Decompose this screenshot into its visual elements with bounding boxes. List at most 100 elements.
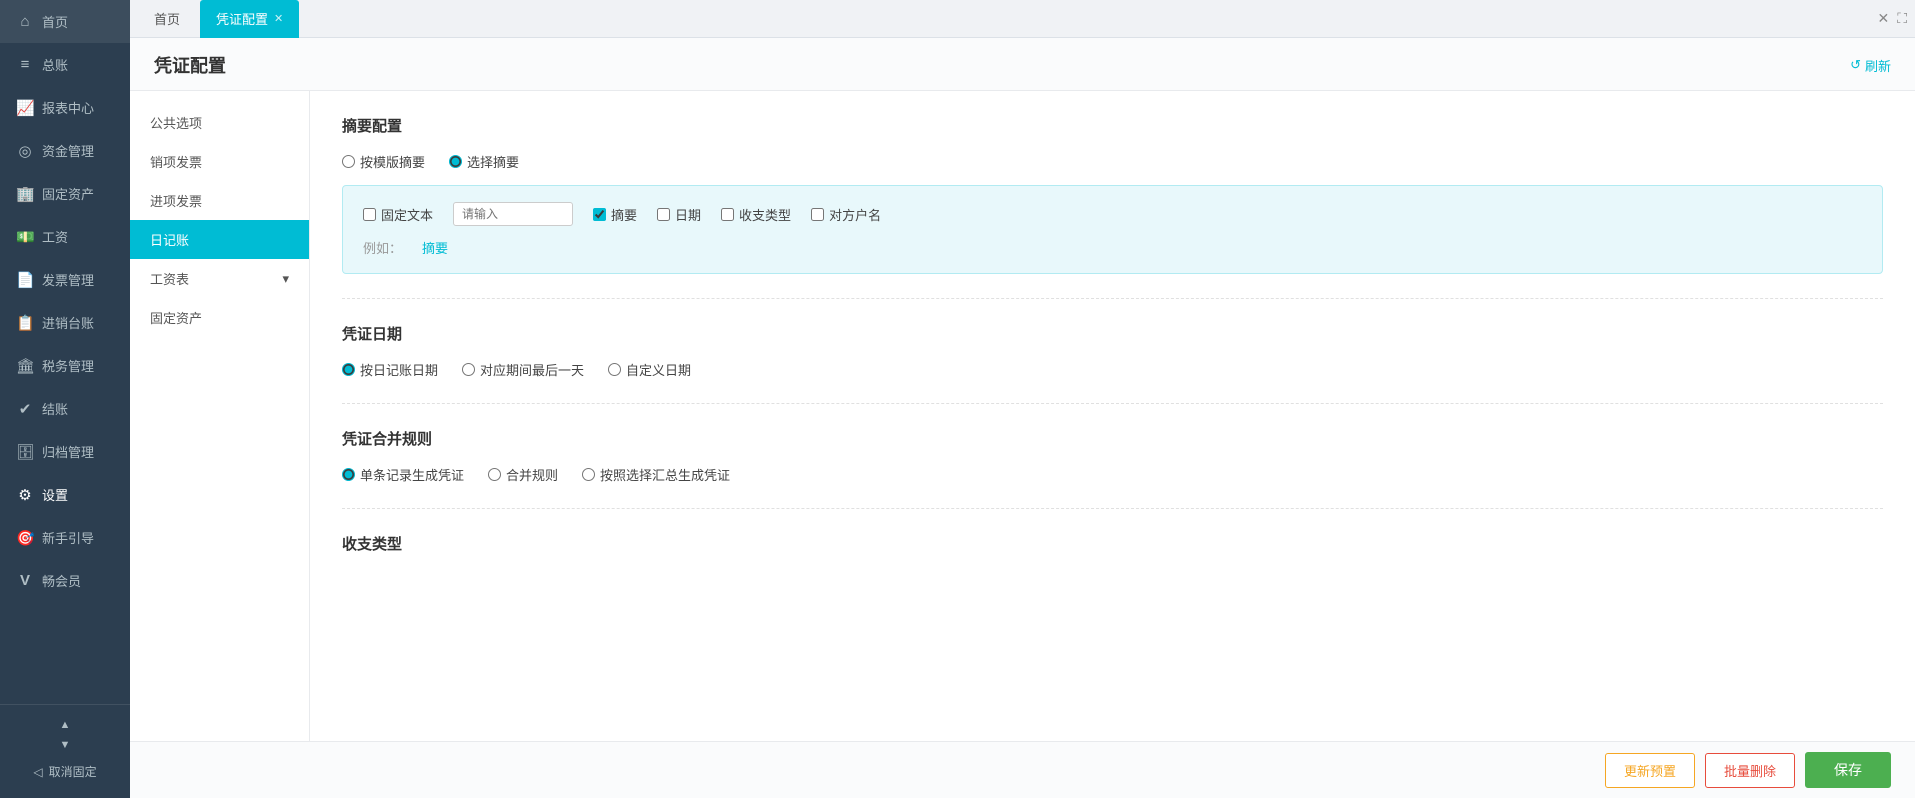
sidebar-item-home[interactable]: ⌂ 首页 bbox=[0, 0, 130, 43]
checkbox-counterpart-input[interactable] bbox=[811, 208, 824, 221]
page-title: 凭证配置 bbox=[154, 52, 226, 78]
tab-close-icon[interactable]: ✕ bbox=[274, 12, 283, 25]
merge-radio-summary[interactable]: 按照选择汇总生成凭证 bbox=[582, 465, 730, 484]
reports-icon: 📈 bbox=[16, 99, 34, 117]
summary-radio-select[interactable]: 选择摘要 bbox=[449, 152, 519, 171]
salary-icon: 💵 bbox=[16, 228, 34, 246]
save-button[interactable]: 保存 bbox=[1805, 752, 1891, 788]
refresh-button[interactable]: ↺ 刷新 bbox=[1850, 56, 1891, 75]
left-nav: 公共选项 销项发票 进项发票 日记账 工资表 ▾ 固定资产 bbox=[130, 91, 310, 741]
checkbox-date-input[interactable] bbox=[657, 208, 670, 221]
summary-checkbox-row: 固定文本 摘要 日期 bbox=[363, 202, 1862, 226]
right-content: 摘要配置 按模版摘要 选择摘要 bbox=[310, 91, 1915, 741]
sidebar-fix-toggle[interactable]: ◁ 取消固定 bbox=[0, 755, 130, 788]
body-layout: 公共选项 销项发票 进项发票 日记账 工资表 ▾ 固定资产 bbox=[130, 91, 1915, 741]
tab-bar: 首页 凭证配置 ✕ ✕ ⛶ bbox=[130, 0, 1915, 38]
date-radio-last-day[interactable]: 对应期间最后一天 bbox=[462, 360, 584, 379]
ledger-icon: ≡ bbox=[16, 56, 34, 73]
close-account-icon: ✔ bbox=[16, 400, 34, 418]
checkbox-fixed-text[interactable]: 固定文本 bbox=[363, 205, 433, 224]
sidebar-item-ledger[interactable]: ≡ 总账 bbox=[0, 43, 130, 86]
date-radio-custom-input[interactable] bbox=[608, 363, 621, 376]
date-radio-last-day-input[interactable] bbox=[462, 363, 475, 376]
invoice-icon: 📄 bbox=[16, 271, 34, 289]
archive-icon: 🗄 bbox=[16, 443, 34, 461]
checkbox-income-type[interactable]: 收支类型 bbox=[721, 205, 791, 224]
sidebar-item-archive[interactable]: 🗄 归档管理 bbox=[0, 430, 130, 473]
date-radio-custom[interactable]: 自定义日期 bbox=[608, 360, 691, 379]
window-maximize-icon[interactable]: ⛶ bbox=[1897, 10, 1907, 27]
summary-radio-select-input[interactable] bbox=[449, 155, 462, 168]
update-preview-button[interactable]: 更新预置 bbox=[1605, 753, 1695, 788]
date-radio-journal[interactable]: 按日记账日期 bbox=[342, 360, 438, 379]
sidebar-item-assets[interactable]: 🏢 固定资产 bbox=[0, 172, 130, 215]
member-icon: V bbox=[16, 572, 34, 589]
nav-item-journal[interactable]: 日记账 bbox=[130, 220, 309, 259]
fixed-text-input[interactable] bbox=[453, 202, 573, 226]
sidebar-item-reports[interactable]: 📈 报表中心 bbox=[0, 86, 130, 129]
window-close-icon[interactable]: ✕ bbox=[1877, 10, 1889, 27]
sidebar-scroll-up[interactable]: ▲ bbox=[0, 715, 130, 735]
bottom-action-bar: 更新预置 批量删除 保存 bbox=[130, 741, 1915, 798]
tab-home[interactable]: 首页 bbox=[138, 0, 196, 38]
sidebar-item-funds[interactable]: ◎ 资金管理 bbox=[0, 129, 130, 172]
summary-section: 摘要配置 按模版摘要 选择摘要 bbox=[342, 115, 1883, 299]
voucher-date-radio-group: 按日记账日期 对应期间最后一天 自定义日期 bbox=[342, 360, 1883, 379]
merge-radio-merge-input[interactable] bbox=[488, 468, 501, 481]
content-area: 凭证配置 ↺ 刷新 公共选项 销项发票 进项发票 日记账 bbox=[130, 38, 1915, 798]
sidebar-item-salary[interactable]: 💵 工资 bbox=[0, 215, 130, 258]
checkbox-counterpart[interactable]: 对方户名 bbox=[811, 205, 881, 224]
nav-item-payroll[interactable]: 工资表 ▾ bbox=[130, 259, 309, 298]
checkbox-abstract[interactable]: 摘要 bbox=[593, 205, 637, 224]
page-header: 凭证配置 ↺ 刷新 bbox=[130, 38, 1915, 91]
trade-icon: 📋 bbox=[16, 314, 34, 332]
refresh-icon: ↺ bbox=[1850, 57, 1861, 73]
funds-icon: ◎ bbox=[16, 142, 34, 160]
window-controls: ✕ ⛶ bbox=[1877, 10, 1907, 27]
nav-item-sales-invoice[interactable]: 销项发票 bbox=[130, 142, 309, 181]
example-label: 例如： bbox=[363, 238, 402, 257]
nav-item-public[interactable]: 公共选项 bbox=[130, 103, 309, 142]
sidebar-item-member[interactable]: V 畅会员 bbox=[0, 559, 130, 602]
voucher-date-title: 凭证日期 bbox=[342, 323, 1883, 344]
assets-icon: 🏢 bbox=[16, 185, 34, 203]
pin-icon: ◁ bbox=[33, 765, 42, 779]
nav-item-purchase-invoice[interactable]: 进项发票 bbox=[130, 181, 309, 220]
date-radio-journal-input[interactable] bbox=[342, 363, 355, 376]
merge-radio-merge[interactable]: 合并规则 bbox=[488, 465, 558, 484]
merge-radio-single-input[interactable] bbox=[342, 468, 355, 481]
merge-rule-title: 凭证合并规则 bbox=[342, 428, 1883, 449]
voucher-date-section: 凭证日期 按日记账日期 对应期间最后一天 自定义日期 bbox=[342, 323, 1883, 404]
sidebar-item-guide[interactable]: 🎯 新手引导 bbox=[0, 516, 130, 559]
sidebar-item-trade[interactable]: 📋 进销台账 bbox=[0, 301, 130, 344]
merge-radio-summary-input[interactable] bbox=[582, 468, 595, 481]
summary-section-title: 摘要配置 bbox=[342, 115, 1883, 136]
tax-icon: 🏛 bbox=[16, 357, 34, 375]
checkbox-fixed-text-input[interactable] bbox=[363, 208, 376, 221]
checkbox-abstract-input[interactable] bbox=[593, 208, 606, 221]
tab-voucher-config[interactable]: 凭证配置 ✕ bbox=[200, 0, 299, 38]
receipt-type-title: 收支类型 bbox=[342, 533, 1883, 554]
batch-delete-button[interactable]: 批量删除 bbox=[1705, 753, 1795, 788]
summary-example-row: 例如： 摘要 bbox=[363, 238, 1862, 257]
sidebar: ⌂ 首页 ≡ 总账 📈 报表中心 ◎ 资金管理 🏢 固定资产 💵 工资 📄 发票… bbox=[0, 0, 130, 798]
checkbox-income-type-input[interactable] bbox=[721, 208, 734, 221]
checkbox-date[interactable]: 日期 bbox=[657, 205, 701, 224]
settings-icon: ⚙ bbox=[16, 486, 34, 504]
example-text: 摘要 bbox=[422, 238, 448, 257]
sidebar-bottom: ▲ ▼ ◁ 取消固定 bbox=[0, 704, 130, 798]
merge-radio-single[interactable]: 单条记录生成凭证 bbox=[342, 465, 464, 484]
merge-rule-section: 凭证合并规则 单条记录生成凭证 合并规则 按照选择汇总生成凭证 bbox=[342, 428, 1883, 509]
sidebar-scroll-down[interactable]: ▼ bbox=[0, 735, 130, 755]
summary-config-box: 固定文本 摘要 日期 bbox=[342, 185, 1883, 274]
sidebar-item-settings[interactable]: ⚙ 设置 bbox=[0, 473, 130, 516]
sidebar-item-tax[interactable]: 🏛 税务管理 bbox=[0, 344, 130, 387]
summary-radio-template-input[interactable] bbox=[342, 155, 355, 168]
nav-item-fixed-assets[interactable]: 固定资产 bbox=[130, 298, 309, 337]
sidebar-item-invoice[interactable]: 📄 发票管理 bbox=[0, 258, 130, 301]
summary-radio-group: 按模版摘要 选择摘要 bbox=[342, 152, 1883, 171]
summary-radio-template[interactable]: 按模版摘要 bbox=[342, 152, 425, 171]
receipt-type-section: 收支类型 bbox=[342, 533, 1883, 594]
sidebar-item-close[interactable]: ✔ 结账 bbox=[0, 387, 130, 430]
chevron-down-icon: ▾ bbox=[282, 271, 289, 287]
